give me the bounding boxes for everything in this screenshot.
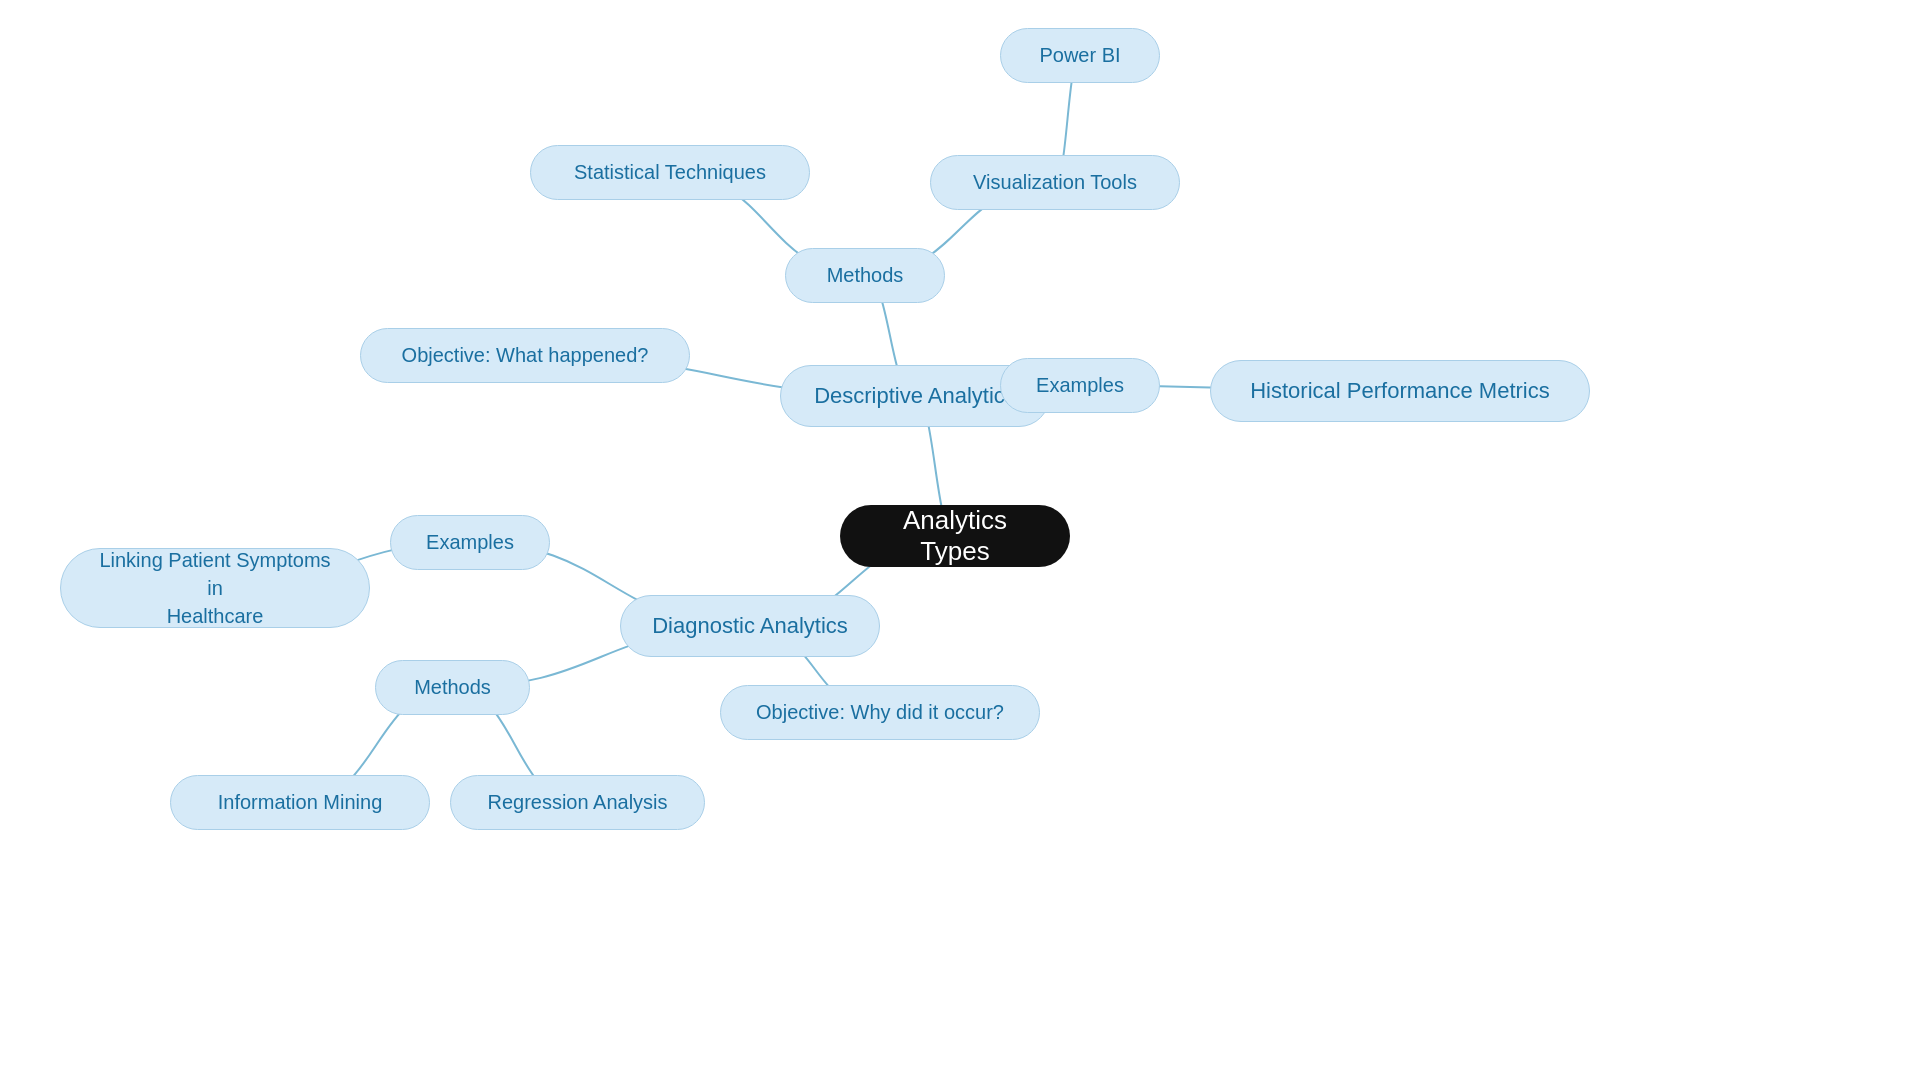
methods-top-node[interactable]: Methods (785, 248, 945, 303)
statistical-techniques-label: Statistical Techniques (574, 161, 766, 184)
objective-happened-node[interactable]: Objective: What happened? (360, 328, 690, 383)
diagnostic-analytics-label: Diagnostic Analytics (652, 613, 848, 639)
objective-occur-node[interactable]: Objective: Why did it occur? (720, 685, 1040, 740)
methods-top-label: Methods (827, 264, 904, 287)
information-mining-node[interactable]: Information Mining (170, 775, 430, 830)
power-bi-label: Power BI (1039, 44, 1120, 67)
objective-happened-label: Objective: What happened? (402, 344, 649, 367)
visualization-tools-label: Visualization Tools (973, 171, 1137, 194)
analytics-types-label: Analytics Types (880, 505, 1030, 567)
linking-patient-label: Linking Patient Symptoms in Healthcare (89, 546, 341, 630)
historical-performance-label: Historical Performance Metrics (1250, 378, 1550, 404)
descriptive-analytics-label: Descriptive Analytics (814, 383, 1016, 409)
linking-patient-node[interactable]: Linking Patient Symptoms in Healthcare (60, 548, 370, 628)
historical-performance-node[interactable]: Historical Performance Metrics (1210, 360, 1590, 422)
information-mining-label: Information Mining (218, 791, 383, 814)
regression-analysis-node[interactable]: Regression Analysis (450, 775, 705, 830)
methods-diag-node[interactable]: Methods (375, 660, 530, 715)
diagnostic-analytics-node[interactable]: Diagnostic Analytics (620, 595, 880, 657)
methods-diag-label: Methods (414, 676, 491, 699)
statistical-techniques-node[interactable]: Statistical Techniques (530, 145, 810, 200)
examples-diag-node[interactable]: Examples (390, 515, 550, 570)
power-bi-node[interactable]: Power BI (1000, 28, 1160, 83)
examples-diag-label: Examples (426, 531, 514, 554)
examples-top-node[interactable]: Examples (1000, 358, 1160, 413)
analytics-types-node[interactable]: Analytics Types (840, 505, 1070, 567)
regression-analysis-label: Regression Analysis (487, 791, 667, 814)
examples-top-label: Examples (1036, 374, 1124, 397)
visualization-tools-node[interactable]: Visualization Tools (930, 155, 1180, 210)
objective-occur-label: Objective: Why did it occur? (756, 701, 1004, 724)
